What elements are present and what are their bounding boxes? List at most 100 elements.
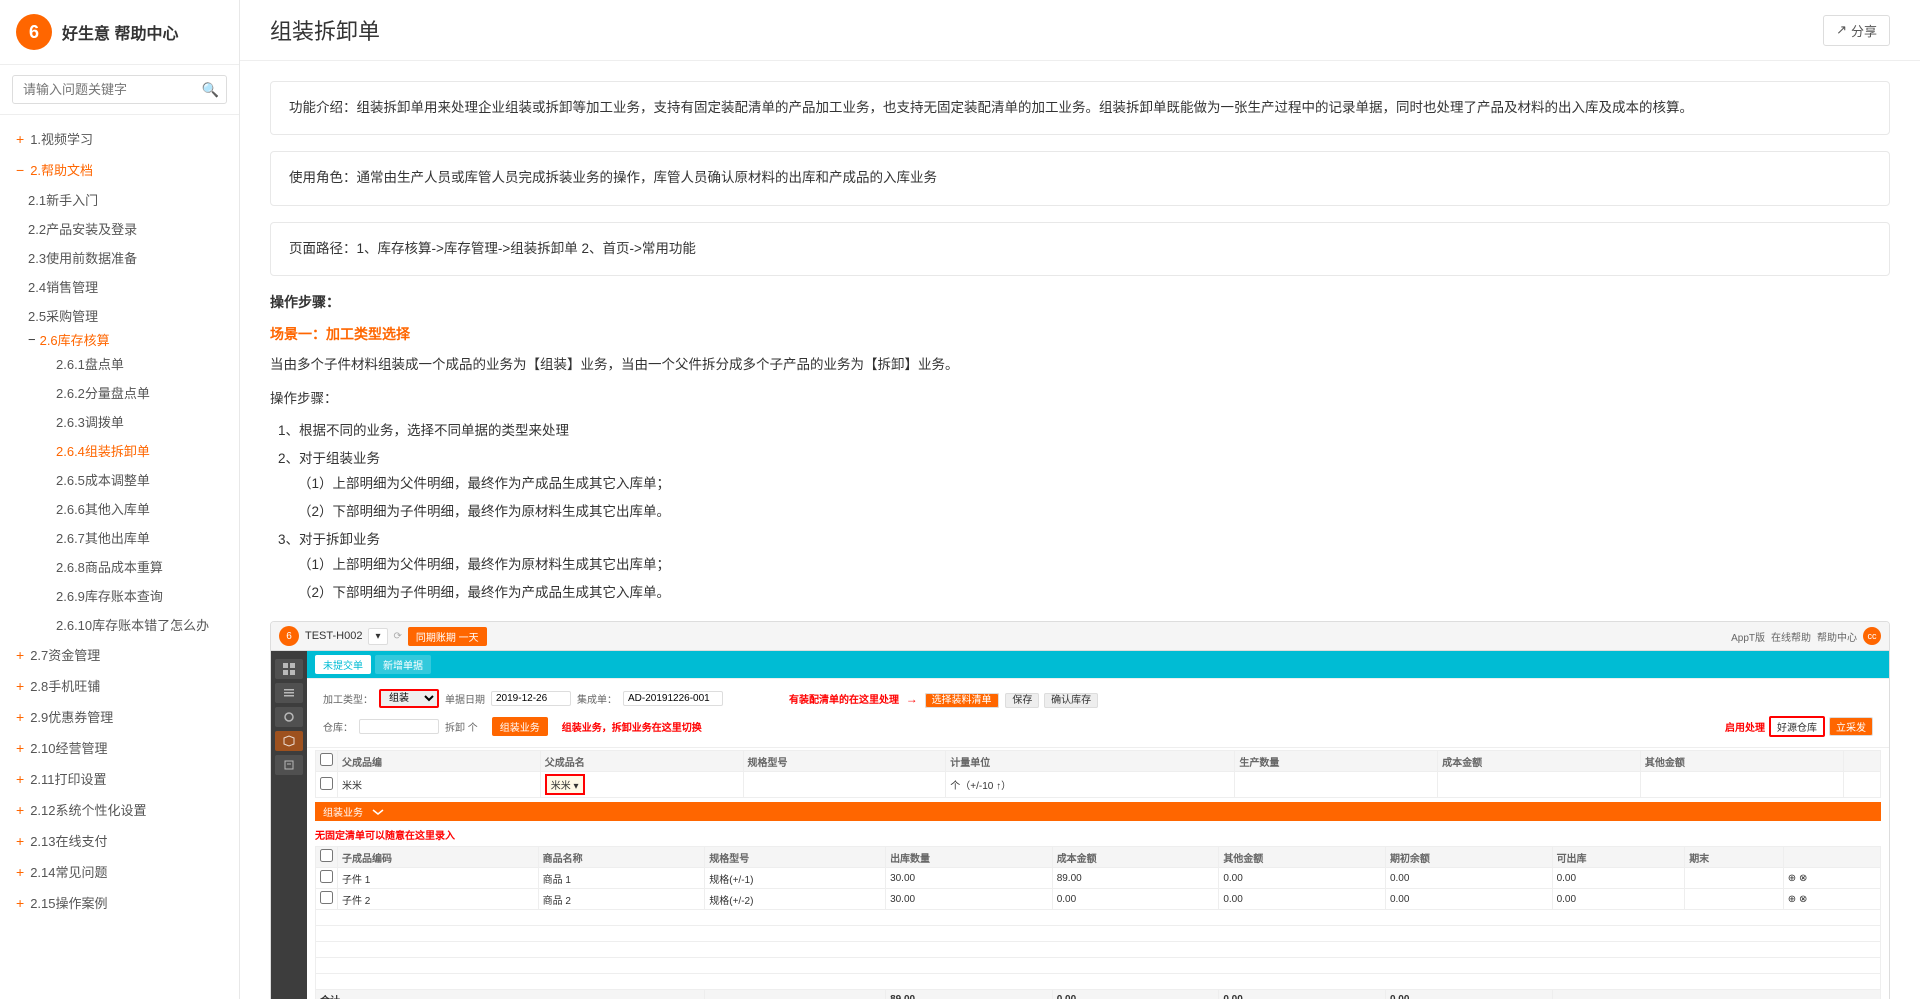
ss-tab-submitted[interactable]: 新增单据: [375, 655, 431, 674]
ss-lower-table-footer-row: 合计 89.00 0.00 0.00 0.00: [316, 990, 1881, 999]
step2: 2、对于组装业务 （1）上部明细为父件明细，最终作为产成品生成其它入库单； （2…: [278, 447, 1890, 524]
sidebar-item-s2-6-7[interactable]: 2.6.7其他出库单: [56, 523, 239, 552]
sidebar-item-s2-5[interactable]: 2.5采购管理: [28, 301, 239, 330]
sidebar-item-s2-6-1[interactable]: 2.6.1盘点单: [56, 349, 239, 378]
sidebar-item-s2-15[interactable]: + 2.15操作案例: [0, 887, 239, 918]
step2-sub2: （2）下部明细为子件明细，最终作为原材料生成其它出库单。: [298, 500, 1890, 524]
sidebar-item-s2-6-3[interactable]: 2.6.3调拨单: [56, 407, 239, 436]
sidebar-item-s2-2[interactable]: 2.2产品安装及登录: [28, 214, 239, 243]
ss-form-row-1: 加工类型： 组装 拆卸 单据日期 集成单：: [315, 685, 1881, 712]
ss-confirm-btn[interactable]: 确认库存: [1044, 693, 1098, 708]
ss-select-all[interactable]: [320, 753, 333, 766]
sidebar-item-s2-6-6[interactable]: 2.6.6其他入库单: [56, 494, 239, 523]
ss-sub-td-spec-2: 规格(+/-2): [705, 889, 886, 910]
sidebar-item-s2-13[interactable]: + 2.13在线支付: [0, 825, 239, 856]
share-button[interactable]: ↗ 分享: [1823, 15, 1890, 46]
search-input[interactable]: [12, 75, 227, 104]
ss-row-copy-1[interactable]: ⊕: [1788, 873, 1796, 884]
step2-sub-list: （1）上部明细为父件明细，最终作为产成品生成其它入库单； （2）下部明细为子件明…: [298, 472, 1890, 525]
ss-empty-row-5: [316, 942, 1881, 958]
ss-th-parent-code: 父成品编: [338, 751, 541, 772]
ss-select-config-btn[interactable]: 选择装料清单: [925, 693, 999, 708]
ss-th-spec: 规格型号: [743, 751, 946, 772]
ss-sub-th-end-bal: 期末: [1685, 847, 1784, 868]
ss-th-parent-name: 父成品名: [540, 751, 743, 772]
sidebar-item-s2-11[interactable]: + 2.11打印设置: [0, 763, 239, 794]
ss-apply-btn[interactable]: 立采发: [1829, 717, 1873, 736]
ss-sub-td-endbal-1: [1685, 868, 1784, 889]
ss-sub-td-name-1: 商品 1: [538, 868, 705, 889]
sidebar-item-s2-6-9[interactable]: 2.6.9库存账本查询: [56, 581, 239, 610]
ss-parent-name-input[interactable]: 米米 ▾: [545, 774, 585, 795]
table-row: [316, 974, 1881, 990]
plus-icon-s2-12: +: [16, 802, 24, 818]
ss-row-copy-2[interactable]: ⊕: [1788, 894, 1796, 905]
ss-period-btn[interactable]: 同期账期 一天: [408, 627, 487, 646]
step2-sub1: （1）上部明细为父件明细，最终作为产成品生成其它入库单；: [298, 472, 1890, 496]
table-row: 子件 2 商品 2 规格(+/-2) 30.00 0.00 0.00 0.00 …: [316, 889, 1881, 910]
ss-sub-td-initbal-2: 0.00: [1385, 889, 1552, 910]
ss-annotation-1-text: 有装配清单的在这里处理: [789, 695, 899, 706]
plus-icon-s2-13: +: [16, 833, 24, 849]
sidebar-item-s2[interactable]: − 2.帮助文档: [0, 154, 239, 185]
sidebar-item-s2-10[interactable]: + 2.10经营管理: [0, 732, 239, 763]
sidebar-item-s2-12[interactable]: + 2.12系统个性化设置: [0, 794, 239, 825]
table-row: 米米 米米 ▾ 个（+/-10 ↑）: [316, 772, 1881, 798]
ss-empty-row-6: [316, 958, 1881, 974]
sidebar-item-s2-7[interactable]: + 2.7资金管理: [0, 639, 239, 670]
ss-sub-th-out-qty: 出库数量: [886, 847, 1053, 868]
minus-icon-s2-6: −: [28, 332, 36, 347]
ss-date-input[interactable]: [491, 691, 571, 706]
sidebar-item-s2-1[interactable]: 2.1新手入门: [28, 185, 239, 214]
step3: 3、对于拆卸业务 （1）上部明细为父件明细，最终作为原材料生成其它出库单； （2…: [278, 528, 1890, 605]
sidebar-item-s2-8[interactable]: + 2.8手机旺铺: [0, 670, 239, 701]
step3-sub1: （1）上部明细为父件明细，最终作为原材料生成其它出库单；: [298, 553, 1890, 577]
page-title: 组装拆卸单: [270, 14, 380, 46]
ss-annotation-3: 启用处理: [1725, 719, 1765, 734]
ss-footer-other: 0.00: [1052, 990, 1219, 999]
ss-footer-avail: 0.00: [1385, 990, 1552, 999]
ss-row-check-1[interactable]: [320, 777, 333, 790]
share-icon: ↗: [1836, 22, 1847, 38]
ss-sub-th-child-code: 子成品编码: [338, 847, 539, 868]
ss-company-dropdown[interactable]: ▾: [368, 628, 387, 645]
search-icon[interactable]: 🔍: [202, 81, 219, 98]
steps-heading: 操作步骤：: [270, 292, 1890, 312]
ss-row-del-1[interactable]: ⊗: [1799, 873, 1807, 884]
ss-upper-table: 父成品编 父成品名 规格型号 计量单位 生产数量 成本金额 其他金额: [315, 750, 1881, 798]
ss-proc-type-select[interactable]: 组装 拆卸: [379, 689, 439, 708]
ss-sub-td-act-1: ⊕ ⊗: [1783, 868, 1880, 889]
sidebar-item-s2-6-2[interactable]: 2.6.2分量盘点单: [56, 378, 239, 407]
ss-sub-th-name: 商品名称: [538, 847, 705, 868]
sidebar-item-s2-6-8[interactable]: 2.6.8商品成本重算: [56, 552, 239, 581]
sidebar-item-s2-14[interactable]: + 2.14常见问题: [0, 856, 239, 887]
main-content: 组装拆卸单 ↗ 分享 功能介绍：组装拆卸单用来处理企业组装或拆卸等加工业务，支持…: [240, 0, 1920, 999]
ss-nav-item-1: [275, 659, 303, 679]
ss-online-help: 在线帮助: [1771, 629, 1811, 644]
sidebar-item-s1[interactable]: + 1.视频学习: [0, 123, 239, 154]
sidebar-item-s2-6-4[interactable]: 2.6.4组装拆卸单: [56, 436, 239, 465]
ss-th-other: 其他金额: [1640, 751, 1843, 772]
ss-td-cost-1: [1438, 772, 1641, 798]
ss-type-switch-btn[interactable]: 组装业务: [492, 717, 548, 736]
ss-row-del-2[interactable]: ⊗: [1799, 894, 1807, 905]
ss-save-btn[interactable]: 保存: [1005, 693, 1039, 708]
sidebar-item-s2-6-header[interactable]: − 2.6库存核算: [28, 330, 239, 349]
sidebar-item-s2-6-5[interactable]: 2.6.5成本调整单: [56, 465, 239, 494]
content-area: 功能介绍：组装拆卸单用来处理企业组装或拆卸等加工业务，支持有固定装配清单的产品加…: [240, 61, 1920, 999]
ss-sub-td-name-2: 商品 2: [538, 889, 705, 910]
sidebar-item-s2-3[interactable]: 2.3使用前数据准备: [28, 243, 239, 272]
ss-sub-select-all[interactable]: [320, 849, 333, 862]
table-row: [316, 910, 1881, 926]
ss-store-select[interactable]: 好源仓库: [1769, 716, 1825, 737]
ss-jld-input[interactable]: [623, 691, 723, 706]
sidebar-item-s2-9[interactable]: + 2.9优惠券管理: [0, 701, 239, 732]
ss-tab-new[interactable]: 未提交单: [315, 655, 371, 674]
ss-sub-td-spec-1: 规格(+/-1): [705, 868, 886, 889]
ss-store-input[interactable]: [359, 719, 439, 734]
sidebar-item-s2-6-10[interactable]: 2.6.10库存账本错了怎么办: [56, 610, 239, 639]
ss-td-unit-1: 个（+/-10 ↑）: [946, 772, 1235, 798]
sidebar-item-s2-4[interactable]: 2.4销售管理: [28, 272, 239, 301]
ss-topbar-right: AppT版 在线帮助 帮助中心 cc: [1731, 627, 1881, 645]
ss-footer-initbal: 0.00: [1219, 990, 1386, 999]
